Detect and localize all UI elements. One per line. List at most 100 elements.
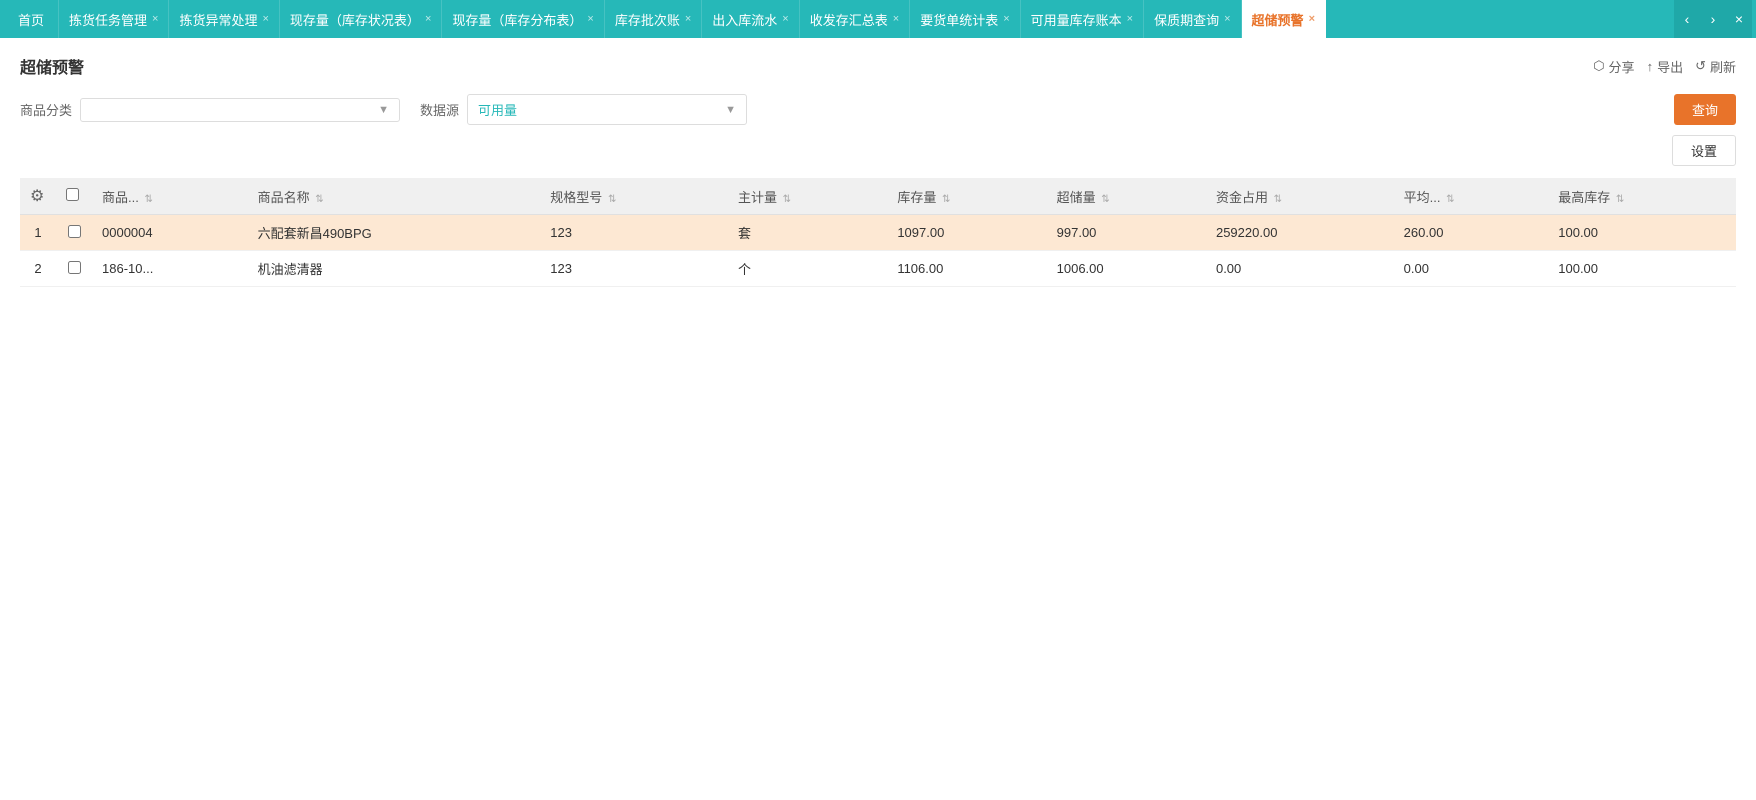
share-icon: ⬡ bbox=[1593, 58, 1604, 74]
page-content: 超储预警 ⬡ 分享 ↑ 导出 ↺ 刷新 商品分类 bbox=[0, 38, 1756, 800]
th-unit[interactable]: 主计量 ⇅ bbox=[728, 178, 887, 215]
close-icon[interactable]: × bbox=[782, 13, 788, 25]
nav-item-inout-flow[interactable]: 出入库流水 × bbox=[702, 0, 799, 38]
table-header: ⚙ 商品... ⇅ 商品名称 ⇅ 规格型号 ⇅ 主计量 bbox=[20, 178, 1736, 215]
filter-row: 商品分类 ▼ 数据源 可用量 ▼ bbox=[20, 94, 747, 125]
product-code: 0000004 bbox=[92, 215, 248, 251]
row-checkbox-cell bbox=[56, 251, 92, 287]
th-stock-qty[interactable]: 库存量 ⇅ bbox=[887, 178, 1046, 215]
select-all-checkbox[interactable] bbox=[66, 188, 79, 201]
unit: 套 bbox=[728, 215, 887, 251]
nav-item-order-stats[interactable]: 要货单统计表 × bbox=[910, 0, 1020, 38]
sort-icon: ⇅ bbox=[1274, 194, 1282, 205]
avg-price: 0.00 bbox=[1394, 251, 1549, 287]
settings-button[interactable]: 设置 bbox=[1672, 135, 1736, 166]
header-actions: ⬡ 分享 ↑ 导出 ↺ 刷新 bbox=[1593, 57, 1736, 76]
filter-area: 商品分类 ▼ 数据源 可用量 ▼ bbox=[20, 94, 747, 141]
th-checkbox bbox=[56, 178, 92, 215]
th-product-code[interactable]: 商品... ⇅ bbox=[92, 178, 248, 215]
close-icon[interactable]: × bbox=[1127, 13, 1133, 25]
th-settings: ⚙ bbox=[20, 178, 56, 215]
max-stock: 100.00 bbox=[1548, 251, 1736, 287]
data-table: ⚙ 商品... ⇅ 商品名称 ⇅ 规格型号 ⇅ 主计量 bbox=[20, 178, 1736, 287]
close-icon[interactable]: × bbox=[893, 13, 899, 25]
refresh-icon: ↺ bbox=[1695, 58, 1706, 74]
unit: 个 bbox=[728, 251, 887, 287]
row-checkbox[interactable] bbox=[68, 225, 81, 238]
close-icon[interactable]: × bbox=[1003, 13, 1009, 25]
product-name: 六配套新昌490BPG bbox=[248, 215, 541, 251]
table-row: 2 186-10... 机油滤清器 123 个 1106.00 1006.00 … bbox=[20, 251, 1736, 287]
stock-qty: 1106.00 bbox=[887, 251, 1046, 287]
nav-item-available-ledger[interactable]: 可用量库存账本 × bbox=[1021, 0, 1144, 38]
th-product-name[interactable]: 商品名称 ⇅ bbox=[248, 178, 541, 215]
product-code: 186-10... bbox=[92, 251, 248, 287]
table-row: 1 0000004 六配套新昌490BPG 123 套 1097.00 997.… bbox=[20, 215, 1736, 251]
gear-icon[interactable]: ⚙ bbox=[30, 188, 44, 205]
overstock-qty: 997.00 bbox=[1047, 215, 1206, 251]
row-number: 2 bbox=[20, 251, 56, 287]
nav-right-arrow[interactable]: › bbox=[1700, 0, 1726, 38]
row-number: 1 bbox=[20, 215, 56, 251]
close-icon[interactable]: × bbox=[685, 13, 691, 25]
datasource-value: 可用量 bbox=[478, 100, 517, 119]
nav-item-overstock-warning[interactable]: 超储预警 × bbox=[1242, 0, 1326, 38]
page-title: 超储预警 bbox=[20, 54, 84, 78]
th-spec[interactable]: 规格型号 ⇅ bbox=[540, 178, 728, 215]
top-nav: 首页 拣货任务管理 × 拣货异常处理 × 现存量（库存状况表） × 现存量（库存… bbox=[0, 0, 1756, 38]
row-checkbox[interactable] bbox=[68, 261, 81, 274]
chevron-down-icon: ▼ bbox=[725, 104, 736, 116]
max-stock: 100.00 bbox=[1548, 215, 1736, 251]
filter-and-actions: 商品分类 ▼ 数据源 可用量 ▼ 查询 设置 bbox=[20, 94, 1736, 166]
product-category-filter: 商品分类 ▼ bbox=[20, 98, 400, 122]
nav-item-task-mgmt[interactable]: 拣货任务管理 × bbox=[59, 0, 169, 38]
nav-item-batch[interactable]: 库存批次账 × bbox=[605, 0, 702, 38]
nav-arrows: ‹ › × bbox=[1674, 0, 1752, 38]
nav-item-quality-check[interactable]: 保质期查询 × bbox=[1144, 0, 1241, 38]
nav-home[interactable]: 首页 bbox=[4, 0, 59, 38]
page-header: 超储预警 ⬡ 分享 ↑ 导出 ↺ 刷新 bbox=[20, 54, 1736, 78]
nav-item-stock-status[interactable]: 现存量（库存状况表） × bbox=[280, 0, 442, 38]
close-icon[interactable]: × bbox=[1224, 13, 1230, 25]
close-icon[interactable]: × bbox=[1309, 13, 1315, 25]
nav-item-receive-summary[interactable]: 收发存汇总表 × bbox=[800, 0, 910, 38]
stock-qty: 1097.00 bbox=[887, 215, 1046, 251]
query-button[interactable]: 查询 bbox=[1674, 94, 1736, 125]
capital-occupied: 259220.00 bbox=[1206, 215, 1394, 251]
th-capital-occupied[interactable]: 资金占用 ⇅ bbox=[1206, 178, 1394, 215]
nav-left-arrow[interactable]: ‹ bbox=[1674, 0, 1700, 38]
share-button[interactable]: ⬡ 分享 bbox=[1593, 57, 1634, 76]
datasource-select[interactable]: 可用量 ▼ bbox=[467, 94, 747, 125]
capital-occupied: 0.00 bbox=[1206, 251, 1394, 287]
close-icon[interactable]: × bbox=[587, 13, 593, 25]
datasource-label: 数据源 bbox=[420, 100, 459, 119]
close-icon[interactable]: × bbox=[262, 13, 268, 25]
th-max-stock[interactable]: 最高库存 ⇅ bbox=[1548, 178, 1736, 215]
sort-icon: ⇅ bbox=[942, 194, 950, 205]
product-name: 机油滤清器 bbox=[248, 251, 541, 287]
sort-icon: ⇅ bbox=[608, 194, 616, 205]
th-avg-price[interactable]: 平均... ⇅ bbox=[1394, 178, 1549, 215]
nav-close-all[interactable]: × bbox=[1726, 0, 1752, 38]
close-icon[interactable]: × bbox=[152, 13, 158, 25]
spec: 123 bbox=[540, 215, 728, 251]
nav-item-stock-dist[interactable]: 现存量（库存分布表） × bbox=[442, 0, 604, 38]
sort-icon: ⇅ bbox=[315, 194, 323, 205]
sort-icon: ⇅ bbox=[1446, 194, 1454, 205]
close-icon[interactable]: × bbox=[425, 13, 431, 25]
overstock-qty: 1006.00 bbox=[1047, 251, 1206, 287]
nav-item-exception[interactable]: 拣货异常处理 × bbox=[169, 0, 279, 38]
table-body: 1 0000004 六配套新昌490BPG 123 套 1097.00 997.… bbox=[20, 215, 1736, 287]
chevron-down-icon: ▼ bbox=[378, 104, 389, 116]
export-button[interactable]: ↑ 导出 bbox=[1647, 57, 1684, 76]
row-checkbox-cell bbox=[56, 215, 92, 251]
sort-icon: ⇅ bbox=[144, 194, 152, 205]
sort-icon: ⇅ bbox=[1101, 194, 1109, 205]
product-category-select[interactable]: ▼ bbox=[80, 98, 400, 122]
th-overstock-qty[interactable]: 超储量 ⇅ bbox=[1047, 178, 1206, 215]
refresh-button[interactable]: ↺ 刷新 bbox=[1695, 57, 1736, 76]
spec: 123 bbox=[540, 251, 728, 287]
product-category-label: 商品分类 bbox=[20, 100, 72, 119]
avg-price: 260.00 bbox=[1394, 215, 1549, 251]
datasource-filter: 数据源 可用量 ▼ bbox=[420, 94, 747, 125]
